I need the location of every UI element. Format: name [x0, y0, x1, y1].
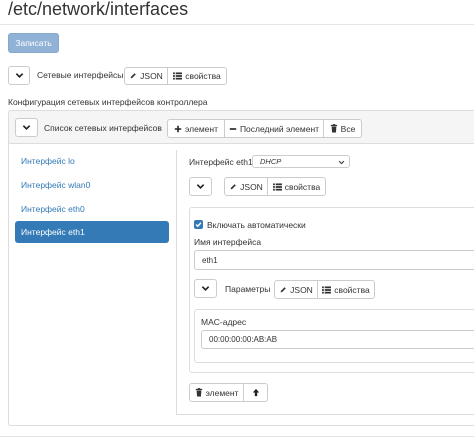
json-label: JSON [140, 71, 163, 81]
sidebar-item-lo[interactable]: Интерфейс lo [15, 150, 169, 172]
name-input-value: eth1 [202, 255, 218, 265]
trash-icon [195, 388, 203, 397]
mode-select-value: DHCP [260, 157, 282, 166]
add-element-label: элемент [185, 123, 218, 134]
chevron-down-icon [15, 73, 23, 78]
page-title: /etc/network/interfaces [8, 0, 189, 19]
remove-last-label: Последний элемент [239, 123, 320, 134]
chevron-down-icon [201, 286, 210, 291]
mac-input-value: 00:00:00:00:AB:AB [209, 335, 278, 344]
sidebar-item-eth1[interactable]: Интерфейс eth1 [15, 221, 169, 243]
json-label: JSON [290, 284, 313, 295]
delete-all-label: Все [340, 123, 356, 134]
collapse-toggle-list[interactable] [15, 118, 38, 137]
json-label: JSON [240, 181, 263, 192]
collapse-toggle-eth1[interactable] [189, 177, 212, 196]
chevron-down-icon [196, 184, 205, 189]
add-element-button[interactable]: элемент [167, 119, 225, 138]
pencil-icon [229, 183, 237, 191]
list-label: Список сетевых интерфейсов [44, 123, 162, 133]
delete-element-label: элемент [205, 387, 239, 398]
remove-last-button[interactable]: Последний элемент [224, 119, 324, 138]
save-button[interactable]: Записать [8, 33, 59, 53]
auto-label: Включать автоматически [207, 220, 306, 230]
detail-header-label: Интерфейс eth1 [189, 157, 253, 167]
properties-label: свойства [284, 181, 321, 192]
delete-element-button[interactable]: элемент [189, 383, 244, 402]
root-label: Сетевые интерфейсы [37, 70, 124, 80]
params-label: Параметры [225, 284, 271, 294]
name-input[interactable]: eth1 [194, 250, 474, 270]
json-button-eth1[interactable]: JSON [224, 177, 268, 196]
mac-input[interactable]: 00:00:00:00:AB:AB [201, 330, 474, 349]
chevron-down-icon [22, 125, 31, 130]
arrow-up-icon [252, 388, 260, 397]
plus-icon [174, 125, 182, 133]
check-icon [195, 222, 202, 228]
move-up-button[interactable] [243, 383, 268, 402]
auto-checkbox[interactable] [194, 220, 203, 229]
json-button-root[interactable]: JSON [124, 67, 168, 85]
mode-select[interactable]: DHCP [252, 155, 350, 168]
pencil-icon [129, 72, 137, 80]
json-button-params[interactable]: JSON [274, 280, 318, 299]
trash-icon [330, 124, 338, 133]
sidebar-item-wlan0[interactable]: Интерфейс wlan0 [15, 174, 169, 196]
collapse-toggle-params[interactable] [194, 279, 217, 298]
minus-icon [229, 125, 237, 133]
properties-button-root[interactable]: свойства [167, 67, 227, 85]
list-icon [272, 182, 282, 191]
mac-label: MAC-адрес [201, 317, 247, 327]
properties-button-params[interactable]: свойства [317, 280, 375, 299]
properties-label: свойства [185, 71, 221, 81]
delete-all-button[interactable]: Все [323, 119, 362, 138]
pencil-icon [279, 286, 287, 294]
list-icon [173, 72, 183, 80]
section-title: Конфигурация сетевых интерфейсов контрол… [8, 97, 208, 107]
list-icon [322, 285, 332, 294]
title-divider [0, 24, 474, 25]
name-label: Имя интерфейса [194, 237, 262, 247]
properties-label: свойства [334, 284, 370, 295]
chevron-down-icon [338, 160, 345, 165]
bottom-divider [0, 436, 474, 437]
sidebar-item-eth0[interactable]: Интерфейс eth0 [15, 198, 169, 220]
collapse-toggle-root[interactable] [8, 66, 30, 85]
properties-button-eth1[interactable]: свойства [267, 177, 326, 196]
